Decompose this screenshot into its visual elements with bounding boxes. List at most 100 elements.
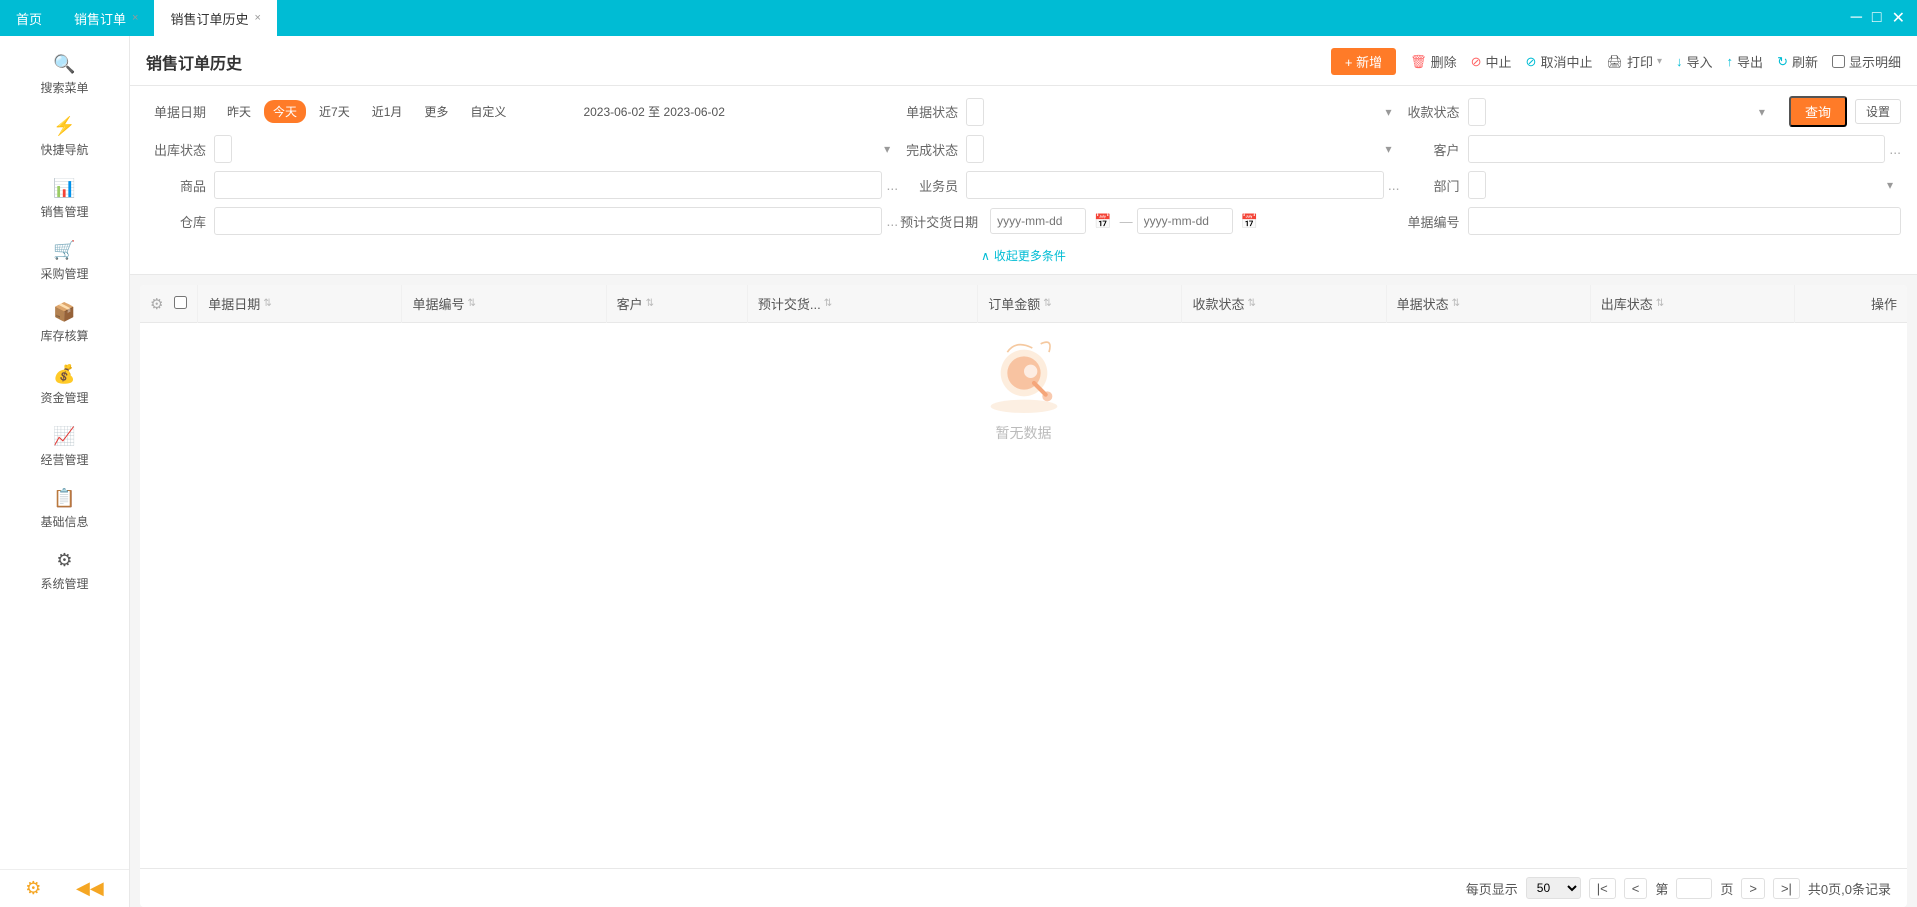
- filter-date: 单据日期 昨天 今天 近7天 近1月 更多 自定义 2023-06-02 至 2…: [146, 100, 898, 123]
- th-bill-status: 单据状态 ⇅: [1386, 285, 1590, 323]
- show-detail-checkbox-wrap[interactable]: 显示明细: [1832, 52, 1901, 71]
- date-chip-today[interactable]: 今天: [264, 100, 306, 123]
- per-page-select[interactable]: 50 10 20 100: [1526, 877, 1581, 899]
- salesperson-ellipsis[interactable]: ...: [1388, 177, 1400, 193]
- bill-no-label: 单据编号: [1400, 212, 1460, 231]
- gear-icon[interactable]: ⚙: [150, 296, 163, 313]
- expected-date-to[interactable]: [1137, 208, 1233, 234]
- salesperson-input[interactable]: [966, 171, 1384, 199]
- th-amount-sort[interactable]: 订单金额 ⇅: [988, 294, 1171, 313]
- cancel-stop-button[interactable]: ⊘ 取消中止: [1526, 52, 1593, 71]
- cal-icon-to[interactable]: 📅: [1241, 213, 1258, 230]
- th-out-sort[interactable]: 出库状态 ⇅: [1601, 294, 1784, 313]
- tab-sales-order[interactable]: 销售订单 ×: [58, 0, 154, 36]
- date-chips: 昨天 今天 近7天 近1月 更多 自定义: [218, 100, 515, 123]
- customer-ellipsis[interactable]: ...: [1889, 141, 1901, 157]
- topbar-actions: ─ □ ✕: [1851, 8, 1917, 28]
- date-chip-7days[interactable]: 近7天: [310, 100, 359, 123]
- system-mgmt-icon: ⚙: [56, 550, 72, 571]
- sidebar-item-finance[interactable]: 💰 资金管理: [0, 354, 129, 416]
- sidebar-collapse-icon[interactable]: ◀◀: [76, 878, 104, 899]
- filter-area: 单据日期 昨天 今天 近7天 近1月 更多 自定义 2023-06-02 至 2…: [130, 86, 1917, 275]
- dept-label: 部门: [1400, 176, 1460, 195]
- first-page-button[interactable]: |<: [1589, 878, 1616, 899]
- tab-sales-order-history-close[interactable]: ×: [254, 12, 260, 24]
- th-expected-sort[interactable]: 预计交货... ⇅: [758, 294, 967, 313]
- th-bill-sort[interactable]: 单据状态 ⇅: [1397, 294, 1580, 313]
- payment-status-select[interactable]: [1468, 98, 1486, 126]
- th-no-sort[interactable]: 单据编号 ⇅: [412, 294, 595, 313]
- th-checkbox: ⚙: [140, 285, 198, 323]
- sidebar-item-operations[interactable]: 📈 经营管理: [0, 416, 129, 478]
- sort-icon-customer: ⇅: [646, 298, 654, 309]
- warehouse-ellipsis[interactable]: ...: [886, 213, 898, 229]
- sidebar-item-inventory[interactable]: 📦 库存核算: [0, 292, 129, 354]
- empty-text: 暂无数据: [996, 423, 1052, 443]
- refresh-button[interactable]: ↻ 刷新: [1777, 52, 1818, 71]
- expected-date-label: 预计交货日期: [898, 212, 978, 231]
- sort-icon-bill: ⇅: [1452, 298, 1460, 309]
- out-status-select[interactable]: [214, 135, 232, 163]
- import-button[interactable]: ↓ 导入: [1676, 52, 1713, 71]
- print-button[interactable]: 🖨 打印 ▾: [1606, 52, 1662, 71]
- show-detail-label: 显示明细: [1849, 52, 1901, 71]
- next-page-button[interactable]: >: [1741, 878, 1765, 899]
- date-chip-custom[interactable]: 自定义: [461, 100, 515, 123]
- tab-home[interactable]: 首页: [0, 0, 58, 36]
- export-button[interactable]: ↑ 导出: [1727, 52, 1764, 71]
- delete-icon: 🗑: [1410, 54, 1427, 70]
- query-button[interactable]: 查询: [1789, 96, 1847, 127]
- th-amount: 订单金额 ⇅: [978, 285, 1182, 323]
- page-input[interactable]: 1: [1676, 878, 1712, 899]
- bill-no-input[interactable]: [1468, 207, 1901, 235]
- date-chip-more[interactable]: 更多: [415, 100, 457, 123]
- new-button[interactable]: + 新增: [1331, 48, 1396, 75]
- topbar-minimize[interactable]: ─: [1851, 9, 1862, 27]
- warehouse-input[interactable]: [214, 207, 882, 235]
- filter-row-1: 单据日期 昨天 今天 近7天 近1月 更多 自定义 2023-06-02 至 2…: [146, 96, 1901, 127]
- import-icon: ↓: [1676, 54, 1683, 69]
- data-table: ⚙ 单据日期 ⇅: [140, 285, 1907, 323]
- bill-status-select[interactable]: [966, 98, 984, 126]
- sidebar-item-search-menu[interactable]: 🔍 搜索菜单: [0, 44, 129, 106]
- sidebar-settings-icon[interactable]: ⚙: [25, 878, 41, 899]
- stop-button[interactable]: ⊘ 中止: [1471, 52, 1512, 71]
- th-out-status: 出库状态 ⇅: [1590, 285, 1794, 323]
- th-date-sort[interactable]: 单据日期 ⇅: [208, 294, 391, 313]
- goods-input[interactable]: [214, 171, 882, 199]
- date-chip-1month[interactable]: 近1月: [363, 100, 412, 123]
- select-all-checkbox[interactable]: [174, 296, 187, 309]
- complete-status-select[interactable]: [966, 135, 984, 163]
- topbar-close[interactable]: ✕: [1892, 8, 1905, 28]
- sidebar-item-operations-label: 经营管理: [40, 451, 88, 468]
- goods-ellipsis[interactable]: ...: [886, 177, 898, 193]
- payment-status-select-wrap: [1468, 98, 1773, 126]
- cal-icon-from[interactable]: 📅: [1094, 213, 1111, 230]
- page-label: 页: [1720, 879, 1733, 898]
- sidebar-item-purchase-mgmt[interactable]: 🛒 采购管理: [0, 230, 129, 292]
- expected-date-from[interactable]: [990, 208, 1086, 234]
- sidebar-item-system-mgmt[interactable]: ⚙ 系统管理: [0, 540, 129, 602]
- show-detail-checkbox[interactable]: [1832, 55, 1845, 68]
- customer-input[interactable]: [1468, 135, 1886, 163]
- th-customer-sort[interactable]: 客户 ⇅: [617, 294, 737, 313]
- complete-status-label: 完成状态: [898, 140, 958, 159]
- dept-select[interactable]: [1468, 171, 1486, 199]
- sidebar-item-sales-mgmt[interactable]: 📊 销售管理: [0, 168, 129, 230]
- tab-sales-order-history[interactable]: 销售订单历史 ×: [154, 0, 276, 36]
- th-payment-sort[interactable]: 收款状态 ⇅: [1192, 294, 1375, 313]
- tab-sales-order-close[interactable]: ×: [132, 12, 138, 24]
- date-chip-yesterday[interactable]: 昨天: [218, 100, 260, 123]
- table-area: ⚙ 单据日期 ⇅: [140, 285, 1907, 907]
- settings-button[interactable]: 设置: [1855, 99, 1901, 124]
- sidebar-item-quick-nav[interactable]: ⚡ 快捷导航: [0, 106, 129, 168]
- delete-button[interactable]: 🗑 删除: [1410, 52, 1457, 71]
- date-dash: —: [1120, 214, 1133, 229]
- filter-dept: 部门: [1400, 171, 1901, 199]
- prev-page-button[interactable]: <: [1624, 878, 1648, 899]
- topbar-maximize[interactable]: □: [1872, 9, 1882, 27]
- th-customer: 客户 ⇅: [606, 285, 747, 323]
- last-page-button[interactable]: >|: [1773, 878, 1800, 899]
- sidebar-item-basic-info[interactable]: 📋 基础信息: [0, 478, 129, 540]
- collapse-button[interactable]: ∧ 收起更多条件: [146, 243, 1901, 264]
